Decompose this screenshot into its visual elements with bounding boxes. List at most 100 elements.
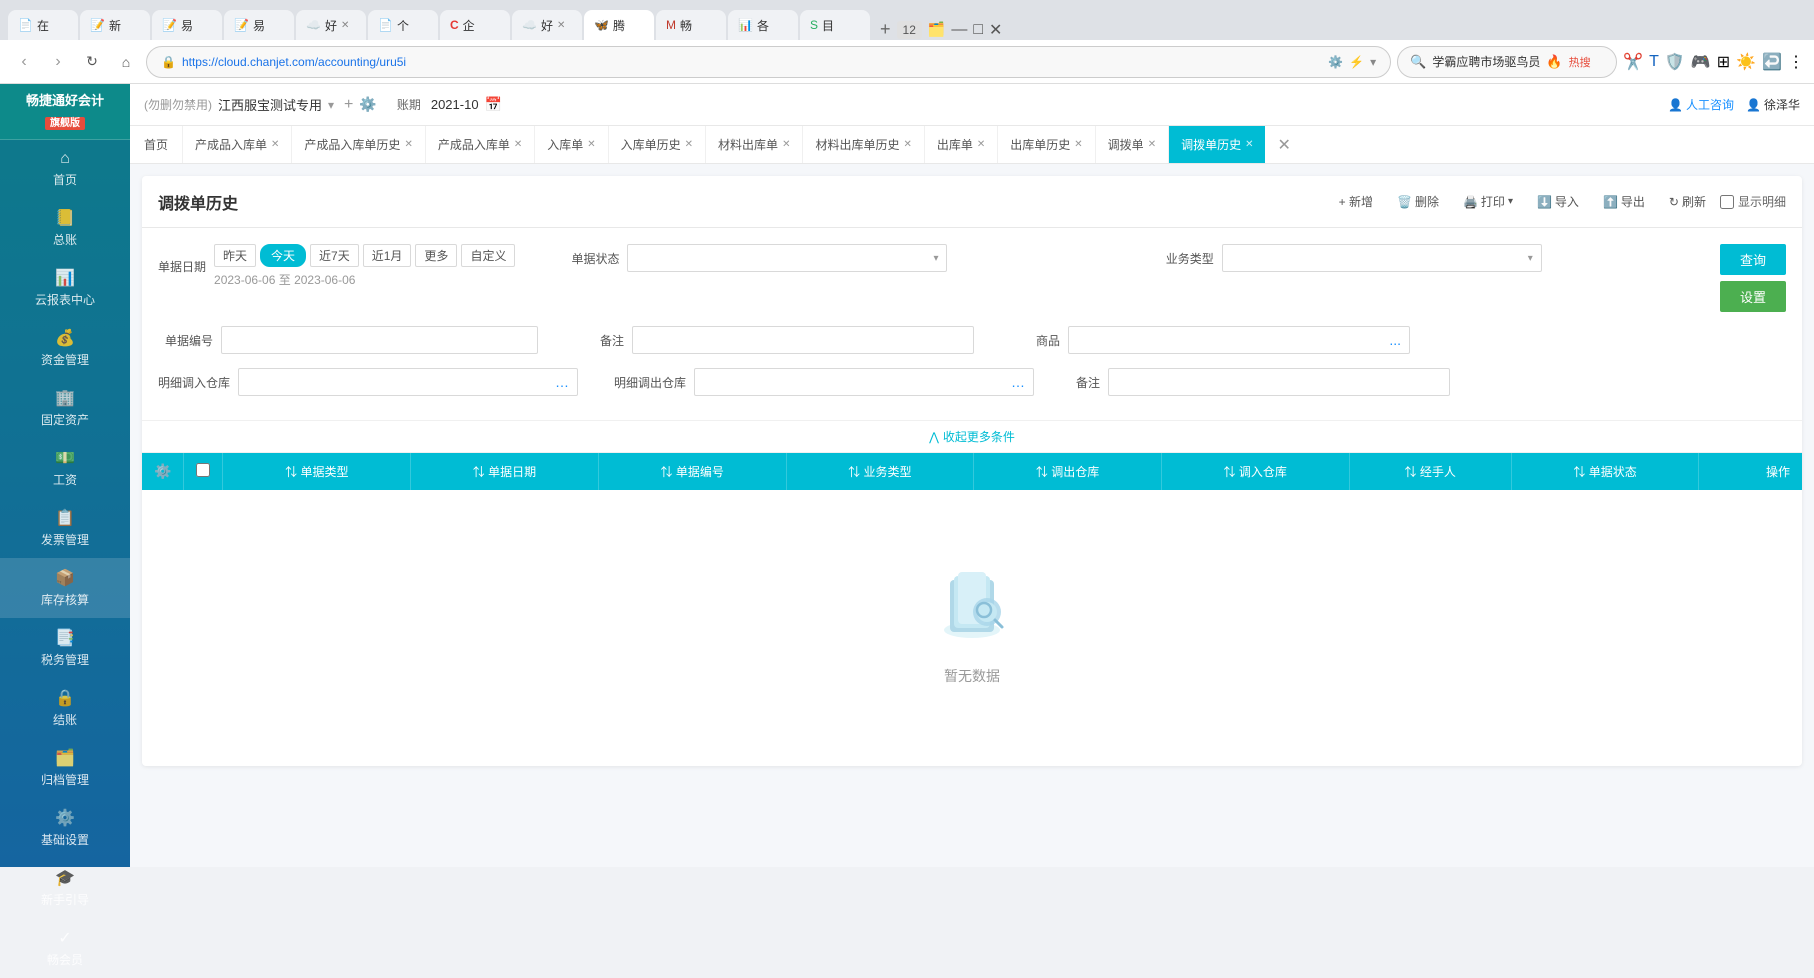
tab-close-icon[interactable]: ✕ bbox=[903, 139, 911, 150]
browser-close-btn[interactable]: ✕ bbox=[989, 20, 1002, 40]
detail-in-dots-icon[interactable]: … bbox=[555, 374, 569, 390]
browser-tab[interactable]: 🦋腾 bbox=[584, 10, 654, 40]
sidebar-item-archive[interactable]: 🗂️ 归档管理 bbox=[0, 738, 130, 798]
browser-tab[interactable]: S目 bbox=[800, 10, 870, 40]
gamepad-icon[interactable]: 🎮 bbox=[1691, 52, 1711, 72]
tab-out-history[interactable]: 出库单历史 ✕ bbox=[998, 126, 1095, 164]
col-in-warehouse[interactable]: ⇅ 调入仓库 bbox=[1161, 453, 1349, 490]
date-btn-more[interactable]: 更多 bbox=[415, 244, 457, 267]
filter-settings-button[interactable]: 设置 bbox=[1720, 281, 1786, 312]
sidebar-item-capital[interactable]: 💰 资金管理 bbox=[0, 318, 130, 378]
refresh-button[interactable]: ↻ bbox=[78, 48, 106, 76]
sidebar-item-ledger[interactable]: 📒 总账 bbox=[0, 198, 130, 258]
date-btn-yesterday[interactable]: 昨天 bbox=[214, 244, 256, 267]
settings-col-header[interactable]: ⚙️ bbox=[142, 453, 184, 490]
col-doc-no[interactable]: ⇅ 单据编号 bbox=[598, 453, 786, 490]
service-label[interactable]: 👤 人工咨询 bbox=[1668, 96, 1734, 113]
doc-no-input[interactable] bbox=[221, 326, 538, 354]
tab-material-out-history[interactable]: 材料出库单历史 ✕ bbox=[803, 126, 924, 164]
tab-close-icon[interactable]: ✕ bbox=[685, 139, 693, 150]
col-doc-type[interactable]: ⇅ 单据类型 bbox=[223, 453, 411, 490]
tab-close-icon[interactable]: ✕ bbox=[404, 139, 412, 150]
col-out-warehouse[interactable]: ⇅ 调出仓库 bbox=[974, 453, 1162, 490]
browser-tab[interactable]: 📝易 bbox=[152, 10, 222, 40]
tab-product-in-2[interactable]: 产成品入库单 ✕ bbox=[426, 126, 535, 164]
date-btn-today[interactable]: 今天 bbox=[260, 244, 306, 267]
show-detail-checkbox[interactable] bbox=[1720, 195, 1734, 209]
tab-close-icon[interactable]: ✕ bbox=[271, 139, 279, 150]
browser-chevron-icon[interactable]: ▾ bbox=[1370, 55, 1376, 69]
tab-transfer-history[interactable]: 调拨单历史 ✕ bbox=[1169, 126, 1265, 164]
biz-type-select[interactable]: ▾ bbox=[1222, 244, 1542, 272]
browser-minimize-btn[interactable]: — bbox=[951, 21, 967, 39]
sidebar-item-invoice[interactable]: 📋 发票管理 bbox=[0, 498, 130, 558]
grid-icon[interactable]: ⊞ bbox=[1717, 52, 1730, 72]
address-bar[interactable]: 🔒 https://cloud.chanjet.com/accounting/u… bbox=[146, 46, 1391, 78]
import-btn[interactable]: ⬇️ 导入 bbox=[1527, 188, 1589, 215]
col-handler[interactable]: ⇅ 经手人 bbox=[1349, 453, 1511, 490]
tab-home[interactable]: 首页 bbox=[130, 126, 183, 164]
scissors-icon[interactable]: ✂️ bbox=[1623, 52, 1643, 72]
browser-tab[interactable]: 📝新 bbox=[80, 10, 150, 40]
detail-in-input-wrapper[interactable]: … bbox=[238, 368, 578, 396]
tab-in[interactable]: 入库单 ✕ bbox=[535, 126, 608, 164]
tab-close-icon[interactable]: ✕ bbox=[977, 139, 985, 150]
tab-close-icon[interactable]: ✕ bbox=[587, 139, 595, 150]
select-all-checkbox[interactable] bbox=[196, 463, 210, 477]
sidebar-item-tax[interactable]: 📑 税务管理 bbox=[0, 618, 130, 678]
add-company-btn[interactable]: + bbox=[344, 96, 353, 114]
tab-product-in-history[interactable]: 产成品入库单历史 ✕ bbox=[292, 126, 425, 164]
translate-icon[interactable]: T bbox=[1649, 53, 1659, 71]
tab-close-icon[interactable]: ✕ bbox=[514, 139, 522, 150]
tab-in-history[interactable]: 入库单历史 ✕ bbox=[609, 126, 706, 164]
detail-out-input-wrapper[interactable]: … bbox=[694, 368, 1034, 396]
detail-remark-input[interactable] bbox=[1108, 368, 1450, 396]
sidebar-item-assets[interactable]: 🏢 固定资产 bbox=[0, 378, 130, 438]
sidebar-item-settings[interactable]: ⚙️ 基础设置 bbox=[0, 798, 130, 858]
sidebar-item-guide[interactable]: 🎓 新手引导 bbox=[0, 858, 130, 918]
browser-tab[interactable]: 📊各 bbox=[728, 10, 798, 40]
company-dropdown-icon[interactable]: ▾ bbox=[328, 98, 334, 112]
sidebar-item-payroll[interactable]: 💵 工资 bbox=[0, 438, 130, 498]
new-btn[interactable]: + 新增 bbox=[1329, 188, 1383, 215]
query-button[interactable]: 查询 bbox=[1720, 244, 1786, 275]
tab-close-icon[interactable]: ✕ bbox=[1245, 139, 1253, 150]
status-select[interactable]: ▾ bbox=[627, 244, 947, 272]
goods-input-wrapper[interactable]: ... bbox=[1068, 326, 1410, 354]
browser-minimize[interactable]: 🗂️ bbox=[928, 21, 945, 38]
browser-tab[interactable]: ☁️好 ✕ bbox=[512, 10, 582, 40]
goods-dots-icon[interactable]: ... bbox=[1389, 332, 1401, 348]
tab-close-icon[interactable]: ✕ bbox=[782, 139, 790, 150]
show-detail-toggle[interactable]: 显示明细 bbox=[1720, 193, 1786, 210]
tab-out[interactable]: 出库单 ✕ bbox=[925, 126, 998, 164]
export-btn[interactable]: ⬆️ 导出 bbox=[1593, 188, 1655, 215]
tab-close-icon[interactable]: ✕ bbox=[1074, 139, 1082, 150]
tab-close-icon[interactable]: ✕ bbox=[1148, 139, 1156, 150]
browser-tab[interactable]: 📄个 bbox=[368, 10, 438, 40]
tab-transfer[interactable]: 调拨单 ✕ bbox=[1096, 126, 1169, 164]
theme-icon[interactable]: ☀️ bbox=[1736, 52, 1756, 72]
sidebar-item-reports[interactable]: 📊 云报表中心 bbox=[0, 258, 130, 318]
sidebar-item-closing[interactable]: 🔒 结账 bbox=[0, 678, 130, 738]
back-button[interactable]: ‹ bbox=[10, 48, 38, 76]
col-doc-status[interactable]: ⇅ 单据状态 bbox=[1511, 453, 1699, 490]
browser-tab[interactable]: ☁️好 ✕ bbox=[296, 10, 366, 40]
forward-button[interactable]: › bbox=[44, 48, 72, 76]
refresh-page-btn[interactable]: ↻ 刷新 bbox=[1659, 188, 1716, 215]
checkbox-col-header[interactable] bbox=[184, 453, 223, 490]
browser-settings-icon[interactable]: ⋮ bbox=[1788, 52, 1804, 72]
collapse-bar[interactable]: ⋀ 收起更多条件 bbox=[142, 421, 1802, 453]
col-biz-type[interactable]: ⇅ 业务类型 bbox=[786, 453, 974, 490]
home-button[interactable]: ⌂ bbox=[112, 48, 140, 76]
sidebar-item-home[interactable]: ⌂ 首页 bbox=[0, 140, 130, 198]
detail-out-dots-icon[interactable]: … bbox=[1011, 374, 1025, 390]
browser-tab[interactable]: C企 bbox=[440, 10, 510, 40]
date-btn-7days[interactable]: 近7天 bbox=[310, 244, 359, 267]
tab-close-icon[interactable]: ✕ bbox=[341, 20, 349, 31]
sidebar-item-inventory[interactable]: 📦 库存核算 bbox=[0, 558, 130, 618]
calendar-icon[interactable]: 📅 bbox=[485, 96, 502, 113]
date-btn-1month[interactable]: 近1月 bbox=[363, 244, 412, 267]
tab-product-in[interactable]: 产成品入库单 ✕ bbox=[183, 126, 292, 164]
tab-close-icon[interactable]: ✕ bbox=[557, 20, 565, 31]
remark-input[interactable] bbox=[632, 326, 974, 354]
